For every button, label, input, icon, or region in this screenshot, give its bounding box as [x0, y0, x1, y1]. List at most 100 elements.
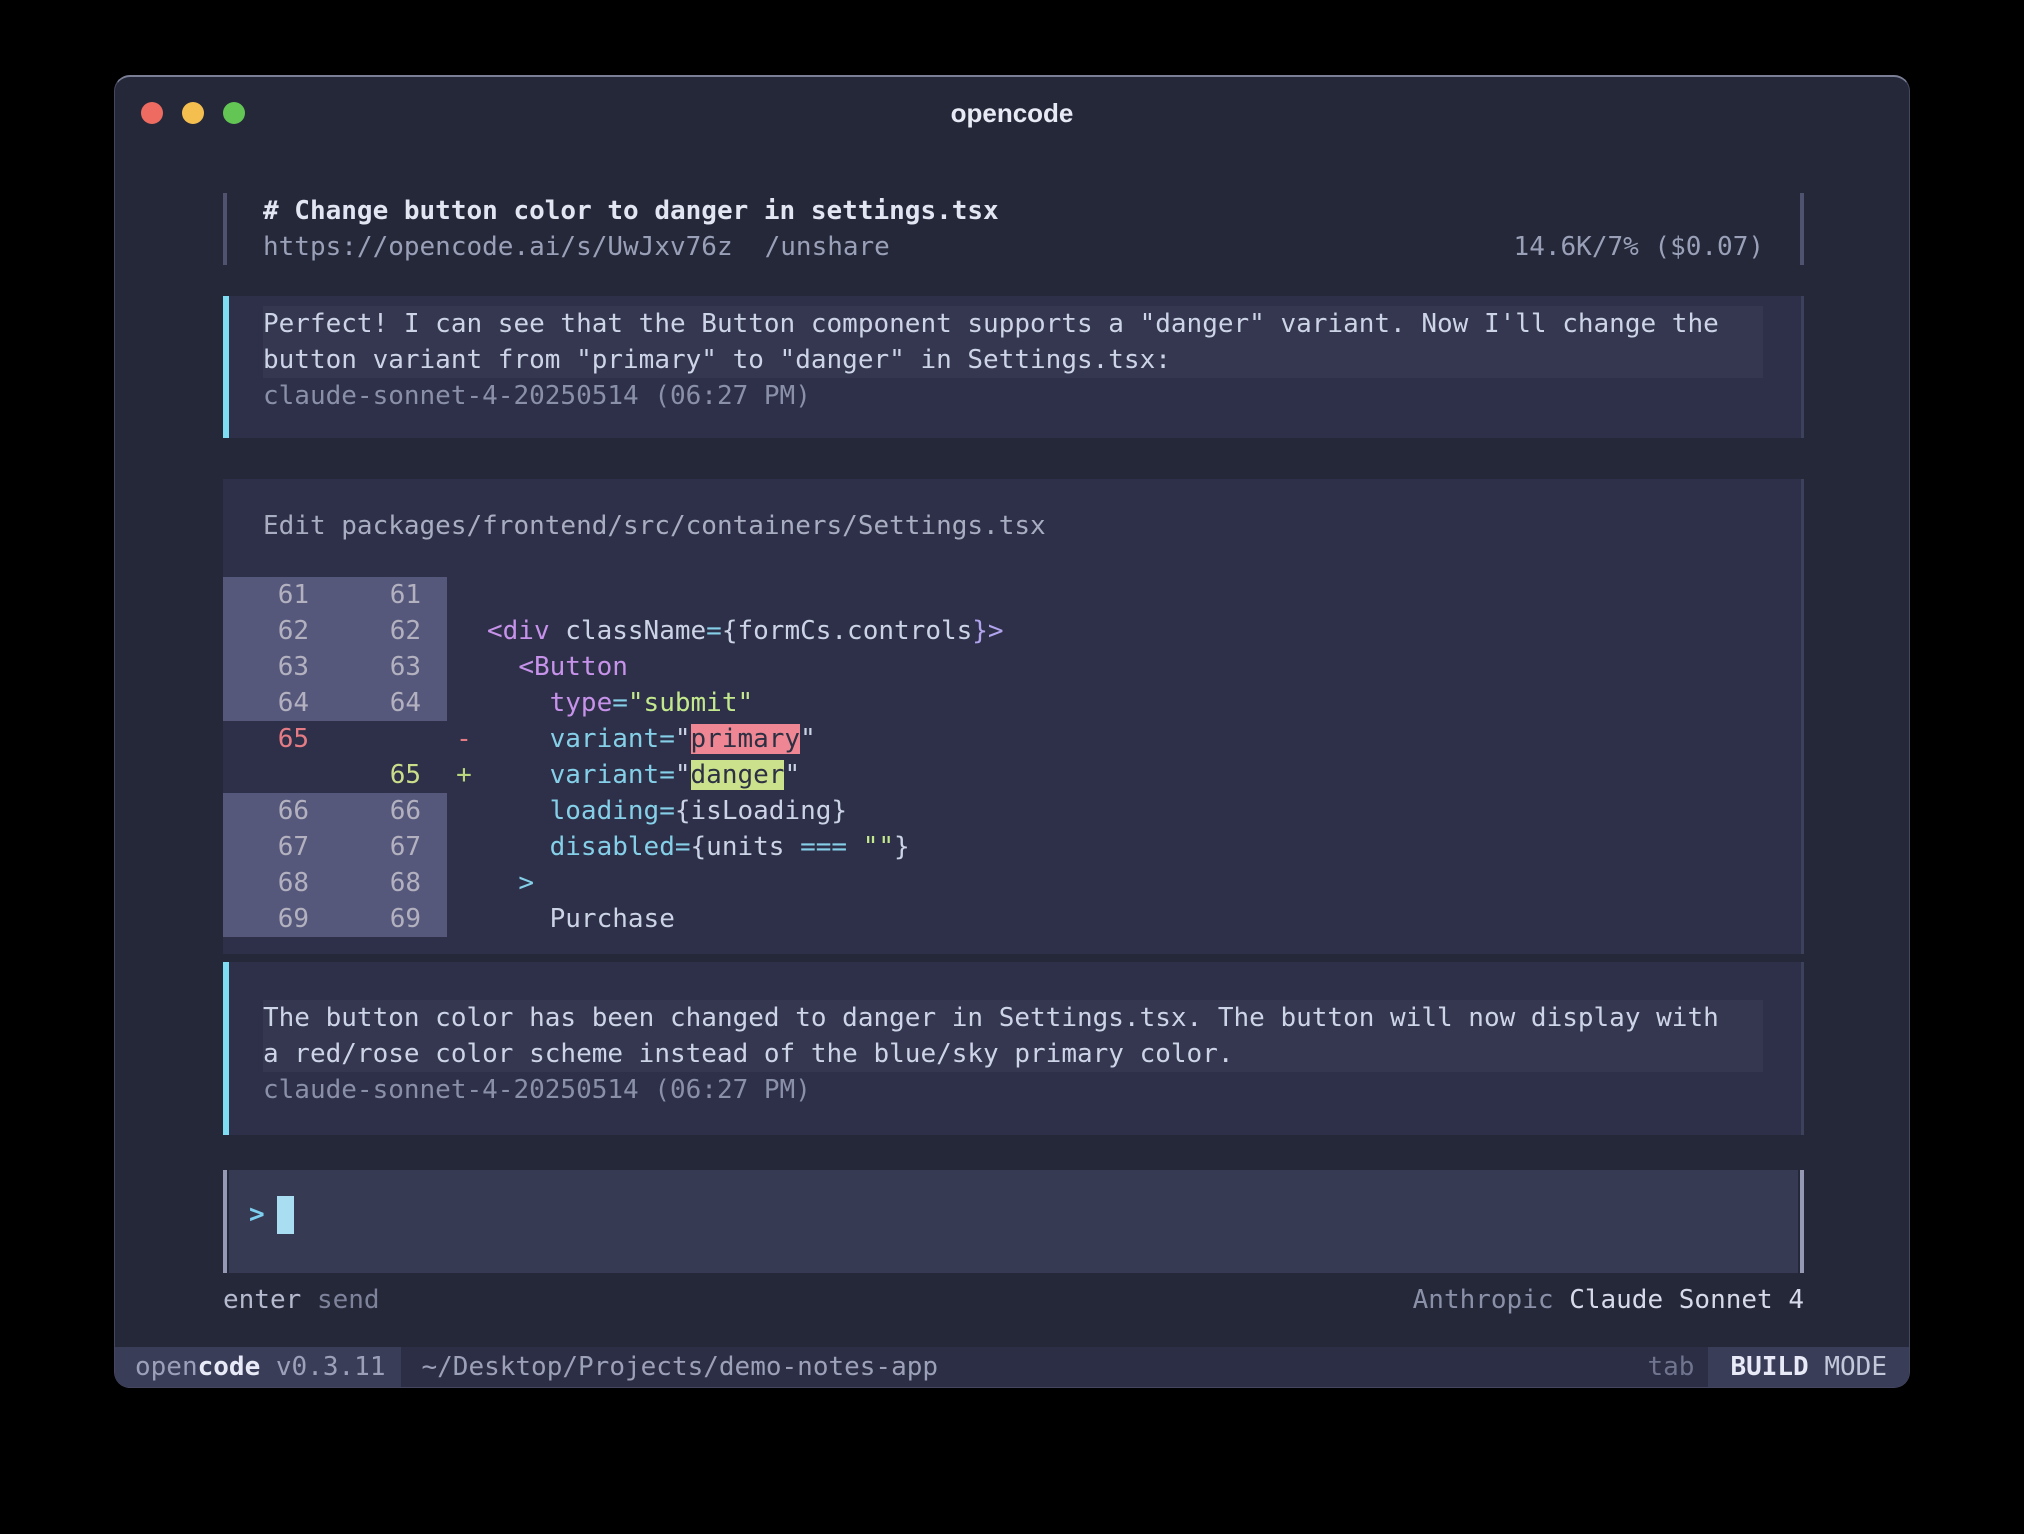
mode-badge[interactable]: BUILD MODE	[1708, 1347, 1909, 1387]
gutter-old-line-number: 68	[223, 865, 335, 901]
code-token: type	[550, 688, 613, 718]
code-token	[847, 832, 863, 862]
code-token	[487, 760, 550, 790]
assistant-message: The button color has been changed to dan…	[223, 962, 1804, 1135]
send-label: send	[317, 1282, 380, 1318]
code-token: =	[659, 796, 675, 826]
code-token: variant	[550, 760, 660, 790]
code-line: <div className={formCs.controls}>	[481, 613, 1801, 649]
input-right-rule	[1800, 1170, 1804, 1273]
code-token: "	[800, 724, 816, 754]
code-token: }>	[972, 616, 1003, 646]
code-token: =	[612, 688, 628, 718]
code-token: "	[784, 760, 800, 790]
code-line: Purchase	[481, 901, 1801, 937]
diff-row: 65+ variant="danger"	[223, 757, 1801, 793]
desktop: opencode # Change button color to danger…	[0, 0, 2024, 1534]
code-token: loading	[550, 796, 660, 826]
input-left-rule	[223, 1170, 227, 1273]
text-cursor	[277, 1196, 294, 1234]
assistant-message: Perfect! I can see that the Button compo…	[223, 296, 1804, 438]
title-bar: opencode	[115, 77, 1909, 149]
gutter-new-line-number: 64	[335, 685, 447, 721]
code-token	[487, 796, 550, 826]
model-name	[1554, 1282, 1570, 1318]
code-line: >	[481, 865, 1801, 901]
code-token: danger	[691, 760, 785, 790]
gutter-new-line-number: 68	[335, 865, 447, 901]
code-token: ""	[863, 832, 894, 862]
prompt-input-wrap: >	[223, 1170, 1804, 1273]
gutter-old-line-number: 63	[223, 649, 335, 685]
mode-label	[1809, 1352, 1825, 1382]
gutter-old-line-number: 66	[223, 793, 335, 829]
diff-row: 6969 Purchase	[223, 901, 1801, 937]
status-bar: opencode v0.3.11 ~/Desktop/Projects/demo…	[115, 1347, 1909, 1387]
app-name-prefix: open	[135, 1352, 198, 1382]
code-token: ===	[800, 832, 847, 862]
code-token: <div	[487, 616, 550, 646]
code-line: variant="primary"	[481, 721, 1801, 757]
enter-key-hint: enter	[223, 1282, 301, 1318]
gutter-new-line-number	[335, 721, 447, 757]
unshare-action[interactable]: /unshare	[765, 229, 890, 265]
app-name-suffix: code	[198, 1352, 261, 1382]
diff-marker	[447, 649, 481, 685]
code-token	[487, 904, 550, 934]
diff-row: 6868 >	[223, 865, 1801, 901]
code-token: <Button	[518, 652, 628, 682]
gutter-new-line-number: 63	[335, 649, 447, 685]
context-stats: 14.6K/7% ($0.07)	[1514, 229, 1764, 265]
edit-card-header: Edit packages/frontend/src/containers/Se…	[223, 479, 1801, 544]
session-title: # Change button color to danger in setti…	[263, 193, 1764, 229]
diff-marker	[447, 829, 481, 865]
cwd-path: ~/Desktop/Projects/demo-notes-app	[421, 1347, 938, 1387]
code-line: type="submit"	[481, 685, 1801, 721]
prompt-input[interactable]: >	[229, 1170, 1798, 1273]
diff-marker	[447, 613, 481, 649]
app-version: v0.3.11	[276, 1352, 386, 1382]
prompt-chevron-icon: >	[249, 1200, 265, 1230]
gutter-new-line-number: 65	[335, 757, 447, 793]
code-token: "submit"	[628, 688, 753, 718]
gutter-new-line-number: 61	[335, 577, 447, 613]
mode-label: MODE	[1824, 1352, 1887, 1382]
code-token: variant	[550, 724, 660, 754]
code-token: }	[894, 832, 910, 862]
edit-tool-card: Edit packages/frontend/src/containers/Se…	[223, 479, 1804, 954]
gutter-old-line-number: 65	[223, 721, 335, 757]
code-token: className	[550, 616, 707, 646]
share-header-right-rule	[1800, 193, 1804, 265]
message-text: Perfect! I can see that the Button compo…	[263, 306, 1763, 378]
mode-name: BUILD	[1730, 1352, 1808, 1382]
message-text: The button color has been changed to dan…	[263, 1000, 1763, 1072]
app-version	[260, 1352, 276, 1382]
code-token: {isLoading}	[675, 796, 847, 826]
gutter-new-line-number: 62	[335, 613, 447, 649]
code-token	[487, 868, 518, 898]
hint-row: enter send Anthropic Claude Sonnet 4	[223, 1282, 1804, 1318]
gutter-new-line-number: 66	[335, 793, 447, 829]
share-header: # Change button color to danger in setti…	[223, 193, 1804, 265]
code-token	[487, 724, 550, 754]
diff-table: 61616262<div className={formCs.controls}…	[223, 577, 1801, 937]
session-share-url: https://opencode.ai/s/UwJxv76z	[263, 229, 733, 265]
code-line	[481, 577, 1801, 613]
diff-marker	[447, 901, 481, 937]
code-token: primary	[691, 724, 801, 754]
code-token: {units	[691, 832, 801, 862]
tab-key-hint: tab	[1647, 1347, 1694, 1387]
code-line: variant="danger"	[481, 757, 1801, 793]
code-token: =	[706, 616, 722, 646]
app-version-chip: opencode v0.3.11	[115, 1347, 401, 1387]
diff-marker	[447, 793, 481, 829]
code-line: disabled={units === ""}	[481, 829, 1801, 865]
diff-row: 6161	[223, 577, 1801, 613]
window-title: opencode	[115, 95, 1909, 131]
gutter-old-line-number	[223, 757, 335, 793]
diff-row: 6464 type="submit"	[223, 685, 1801, 721]
code-token: =	[659, 724, 675, 754]
code-token	[487, 688, 550, 718]
message-meta: claude-sonnet-4-20250514 (06:27 PM)	[263, 1072, 1767, 1108]
code-token: disabled	[550, 832, 675, 862]
